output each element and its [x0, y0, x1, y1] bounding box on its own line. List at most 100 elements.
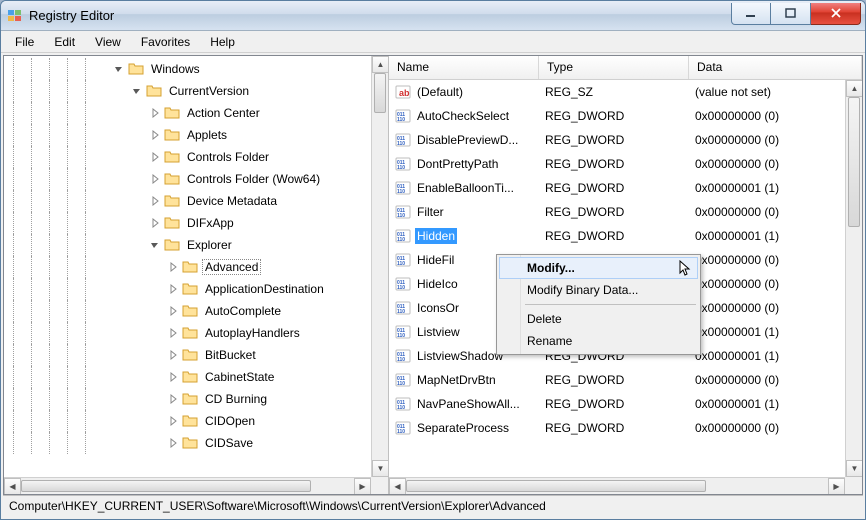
- expand-icon[interactable]: [166, 260, 180, 274]
- expand-icon[interactable]: [166, 414, 180, 428]
- menu-view[interactable]: View: [85, 33, 131, 51]
- expand-icon[interactable]: [166, 348, 180, 362]
- tree-item-label: CIDOpen: [202, 413, 258, 429]
- tree-item[interactable]: Controls Folder (Wow64): [4, 168, 388, 190]
- value-type: REG_DWORD: [539, 229, 689, 243]
- list-row[interactable]: 011110DisablePreviewD...REG_DWORD0x00000…: [389, 128, 862, 152]
- tree-item[interactable]: AutoplayHandlers: [4, 322, 388, 344]
- scroll-left-icon[interactable]: ◀: [389, 478, 406, 494]
- tree-item[interactable]: ApplicationDestination: [4, 278, 388, 300]
- svg-text:110: 110: [397, 405, 405, 411]
- tree-item[interactable]: CIDOpen: [4, 410, 388, 432]
- expand-icon[interactable]: [166, 304, 180, 318]
- scroll-right-icon[interactable]: ▶: [354, 478, 371, 494]
- list-vscroll[interactable]: ▲ ▼: [845, 80, 862, 477]
- list-row[interactable]: 011110FilterREG_DWORD0x00000000 (0): [389, 200, 862, 224]
- maximize-button[interactable]: [771, 3, 811, 25]
- value-data: 0x00000000 (0): [689, 277, 862, 291]
- expand-icon[interactable]: [166, 282, 180, 296]
- scroll-down-icon[interactable]: ▼: [846, 460, 862, 477]
- column-name[interactable]: Name: [389, 56, 539, 79]
- close-button[interactable]: [811, 3, 861, 25]
- tree-item[interactable]: Controls Folder: [4, 146, 388, 168]
- expand-icon[interactable]: [148, 150, 162, 164]
- collapse-icon[interactable]: [148, 238, 162, 252]
- scroll-down-icon[interactable]: ▼: [372, 460, 389, 477]
- value-data: (value not set): [689, 85, 862, 99]
- context-menu: Modify... Modify Binary Data... Delete R…: [496, 254, 701, 355]
- expand-icon[interactable]: [148, 194, 162, 208]
- binary-value-icon: 011110: [395, 300, 411, 316]
- tree-hscroll[interactable]: ◀ ▶: [4, 477, 371, 494]
- list-hscroll[interactable]: ◀ ▶: [389, 477, 845, 494]
- tree[interactable]: WindowsCurrentVersionAction CenterApplet…: [4, 56, 388, 454]
- tree-item[interactable]: Device Metadata: [4, 190, 388, 212]
- menu-help[interactable]: Help: [200, 33, 245, 51]
- scroll-thumb[interactable]: [406, 480, 706, 492]
- expand-icon[interactable]: [148, 172, 162, 186]
- tree-item[interactable]: BitBucket: [4, 344, 388, 366]
- tree-item[interactable]: AutoComplete: [4, 300, 388, 322]
- folder-icon: [182, 414, 198, 428]
- menu-edit[interactable]: Edit: [44, 33, 85, 51]
- scroll-thumb[interactable]: [374, 73, 386, 113]
- list-row[interactable]: 011110MapNetDrvBtnREG_DWORD0x00000000 (0…: [389, 368, 862, 392]
- collapse-icon[interactable]: [112, 62, 126, 76]
- expand-icon[interactable]: [166, 370, 180, 384]
- list-row[interactable]: 011110HiddenREG_DWORD0x00000001 (1): [389, 224, 862, 248]
- context-menu-modify-binary[interactable]: Modify Binary Data...: [499, 279, 698, 301]
- column-type[interactable]: Type: [539, 56, 689, 79]
- context-menu-delete[interactable]: Delete: [499, 308, 698, 330]
- svg-text:110: 110: [397, 213, 405, 219]
- scroll-up-icon[interactable]: ▲: [372, 56, 389, 73]
- tree-item[interactable]: CIDSave: [4, 432, 388, 454]
- expand-icon[interactable]: [166, 326, 180, 340]
- tree-item[interactable]: Windows: [4, 58, 388, 80]
- list-row[interactable]: 011110SeparateProcessREG_DWORD0x00000000…: [389, 416, 862, 440]
- tree-item[interactable]: CD Burning: [4, 388, 388, 410]
- value-data: 0x00000000 (0): [689, 133, 862, 147]
- list-row[interactable]: 011110DontPrettyPathREG_DWORD0x00000000 …: [389, 152, 862, 176]
- tree-item[interactable]: CabinetState: [4, 366, 388, 388]
- scroll-left-icon[interactable]: ◀: [4, 478, 21, 494]
- tree-vscroll[interactable]: ▲ ▼: [371, 56, 388, 477]
- tree-item[interactable]: Explorer: [4, 234, 388, 256]
- binary-value-icon: 011110: [395, 204, 411, 220]
- tree-item-label: BitBucket: [202, 347, 259, 363]
- scroll-right-icon[interactable]: ▶: [828, 478, 845, 494]
- expand-icon[interactable]: [148, 128, 162, 142]
- context-menu-modify[interactable]: Modify...: [499, 257, 698, 279]
- value-name: Hidden: [415, 228, 457, 244]
- tree-pane: WindowsCurrentVersionAction CenterApplet…: [4, 56, 389, 494]
- folder-icon: [164, 106, 180, 120]
- expand-icon[interactable]: [148, 106, 162, 120]
- column-data[interactable]: Data: [689, 56, 862, 79]
- tree-item[interactable]: Applets: [4, 124, 388, 146]
- menu-favorites[interactable]: Favorites: [131, 33, 200, 51]
- scroll-thumb[interactable]: [848, 97, 860, 227]
- folder-icon: [164, 216, 180, 230]
- menu-file[interactable]: File: [5, 33, 44, 51]
- tree-item[interactable]: CurrentVersion: [4, 80, 388, 102]
- minimize-button[interactable]: [731, 3, 771, 25]
- expand-icon[interactable]: [148, 216, 162, 230]
- tree-item[interactable]: Action Center: [4, 102, 388, 124]
- context-menu-rename[interactable]: Rename: [499, 330, 698, 352]
- scroll-thumb[interactable]: [21, 480, 311, 492]
- folder-icon: [182, 282, 198, 296]
- list-row[interactable]: 011110NavPaneShowAll...REG_DWORD0x000000…: [389, 392, 862, 416]
- svg-text:110: 110: [397, 117, 405, 123]
- collapse-icon[interactable]: [130, 84, 144, 98]
- tree-item[interactable]: DIFxApp: [4, 212, 388, 234]
- expand-icon[interactable]: [166, 436, 180, 450]
- list-row[interactable]: 011110EnableBalloonTi...REG_DWORD0x00000…: [389, 176, 862, 200]
- svg-text:ab: ab: [399, 88, 410, 98]
- list-row[interactable]: ab(Default)REG_SZ(value not set): [389, 80, 862, 104]
- titlebar[interactable]: Registry Editor: [1, 1, 865, 31]
- expand-icon[interactable]: [166, 392, 180, 406]
- scroll-up-icon[interactable]: ▲: [846, 80, 862, 97]
- list-row[interactable]: 011110AutoCheckSelectREG_DWORD0x00000000…: [389, 104, 862, 128]
- tree-item[interactable]: Advanced: [4, 256, 388, 278]
- tree-item-label: Controls Folder (Wow64): [184, 171, 323, 187]
- svg-text:110: 110: [397, 189, 405, 195]
